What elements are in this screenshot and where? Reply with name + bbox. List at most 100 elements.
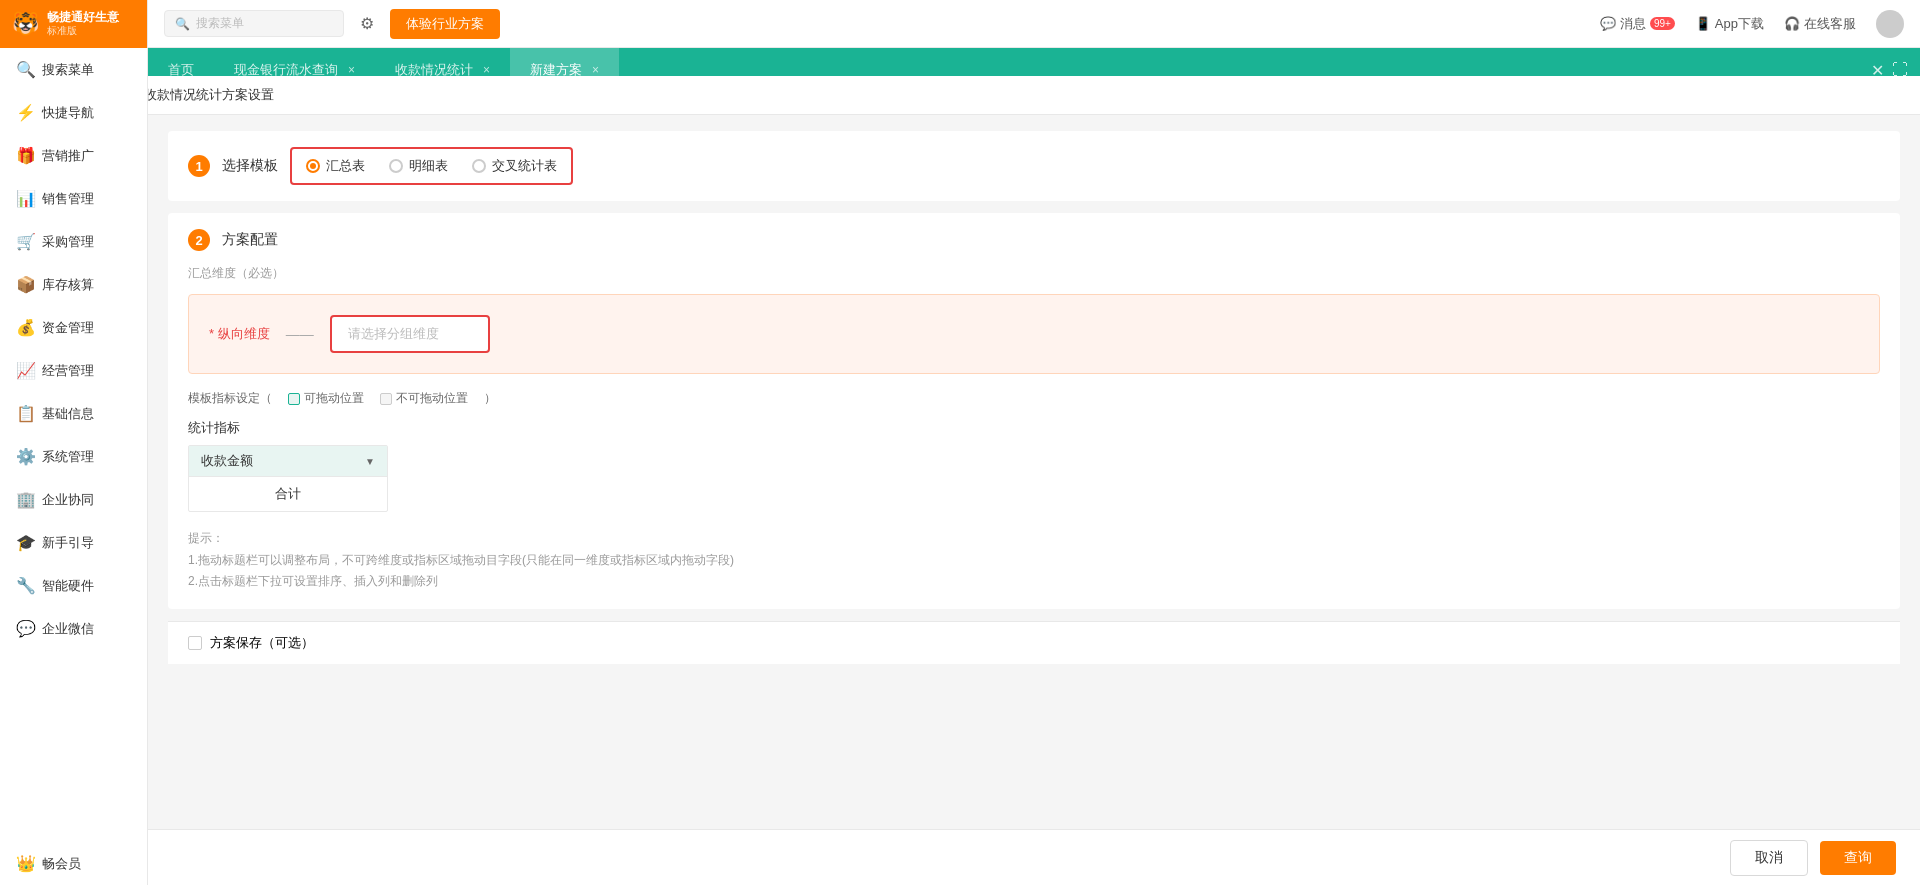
step1-header: 1 选择模板 汇总表 明细表 交叉统计表 (188, 147, 1880, 185)
save-option: 方案保存（可选） (168, 621, 1900, 664)
tab-new-plan[interactable]: 新建方案 × (510, 48, 619, 92)
app-name: 畅捷通好生意 (47, 10, 119, 24)
sidebar-item-sales[interactable]: 📊 销售管理 (0, 177, 147, 220)
draggable-dot (288, 393, 300, 405)
user-avatar[interactable] (1876, 10, 1904, 38)
message-label: 消息 (1620, 15, 1646, 33)
radio-cross[interactable]: 交叉统计表 (472, 157, 557, 175)
message-button[interactable]: 💬 消息 99+ (1600, 15, 1675, 33)
sidebar-item-operation[interactable]: 📈 经营管理 (0, 349, 147, 392)
radio-cross-circle (472, 159, 486, 173)
tab-home[interactable]: 首页 (148, 48, 214, 92)
logo-icon: 🐯 (12, 11, 39, 37)
tab-new-plan-close[interactable]: × (592, 63, 599, 77)
dimension-label-text: 汇总维度（必选） (188, 266, 284, 280)
tab-bank-close[interactable]: × (348, 63, 355, 77)
tab-home-label: 首页 (168, 61, 194, 79)
metrics-col-header[interactable]: 收款金额 ▼ (189, 446, 387, 477)
sidebar-label-smart: 智能硬件 (42, 577, 94, 595)
download-icon: 📱 (1695, 16, 1711, 31)
draggable-label: 可拖动位置 (304, 390, 364, 407)
sidebar-item-purchase[interactable]: 🛒 采购管理 (0, 220, 147, 263)
sidebar-item-marketing[interactable]: 🎁 营销推广 (0, 134, 147, 177)
radio-summary-label: 汇总表 (326, 157, 365, 175)
search-box[interactable]: 🔍 搜索菜单 (164, 10, 344, 37)
sidebar-label-quick-nav: 快捷导航 (42, 104, 94, 122)
metrics-row-total: 合计 (189, 477, 387, 511)
sidebar-label-marketing: 营销推广 (42, 147, 94, 165)
sidebar-item-enterprise[interactable]: 🏢 企业协同 (0, 478, 147, 521)
sidebar-item-quick-nav[interactable]: ⚡ 快捷导航 (0, 91, 147, 134)
tips-area: 提示： 1.拖动标题栏可以调整布局，不可跨维度或指标区域拖动目字段(只能在同一维… (188, 528, 1880, 593)
dimension-section-label: 汇总维度（必选） (188, 265, 1880, 282)
query-button[interactable]: 查询 (1820, 841, 1896, 875)
sales-icon: 📊 (16, 189, 34, 208)
settings-icon[interactable]: ⚙ (360, 14, 374, 33)
non-draggable-dot (380, 393, 392, 405)
search-placeholder: 搜索菜单 (196, 15, 244, 32)
search-icon-top: 🔍 (175, 17, 190, 31)
tab-receipt[interactable]: 收款情况统计 × (375, 48, 510, 92)
radio-cross-label: 交叉统计表 (492, 157, 557, 175)
radio-detail[interactable]: 明细表 (389, 157, 448, 175)
tab-bank[interactable]: 现金银行流水查询 × (214, 48, 375, 92)
sidebar-label-purchase: 采购管理 (42, 233, 94, 251)
sidebar-item-inventory[interactable]: 📦 库存核算 (0, 263, 147, 306)
sidebar-label-basic: 基础信息 (42, 405, 94, 423)
step2-title: 方案配置 (222, 231, 278, 249)
dimension-arrow: —— (286, 326, 314, 342)
dimension-row: * 纵向维度 —— 请选择分组维度 (209, 315, 1859, 353)
search-icon: 🔍 (16, 60, 34, 79)
sidebar: 🐯 畅捷通好生意 标准版 🔍 搜索菜单 ⚡ 快捷导航 🎁 营销推广 📊 销售管理… (0, 0, 148, 885)
non-draggable-label: 不可拖动位置 (396, 390, 468, 407)
finance-icon: 💰 (16, 318, 34, 337)
purchase-icon: 🛒 (16, 232, 34, 251)
message-badge: 99+ (1650, 17, 1675, 30)
cancel-button[interactable]: 取消 (1730, 840, 1808, 876)
tab-new-plan-label: 新建方案 (530, 61, 582, 79)
sidebar-item-system[interactable]: ⚙️ 系统管理 (0, 435, 147, 478)
dimension-placeholder: 请选择分组维度 (348, 326, 439, 341)
metrics-dropdown-arrow[interactable]: ▼ (365, 456, 375, 467)
sidebar-label-operation: 经营管理 (42, 362, 94, 380)
dimension-select[interactable]: 请选择分组维度 (330, 315, 490, 353)
metrics-legend-label: 模板指标设定（ (188, 390, 272, 407)
sidebar-label-search: 搜索菜单 (42, 61, 94, 79)
radio-summary-circle (306, 159, 320, 173)
sidebar-item-basic[interactable]: 📋 基础信息 (0, 392, 147, 435)
radio-detail-label: 明细表 (409, 157, 448, 175)
service-label: 在线客服 (1804, 15, 1856, 33)
step2-card: 2 方案配置 汇总维度（必选） * 纵向维度 —— 请选择分组维度 模板指标设定… (168, 213, 1900, 609)
radio-summary[interactable]: 汇总表 (306, 157, 365, 175)
wechat-icon: 💬 (16, 619, 34, 638)
sidebar-item-search[interactable]: 🔍 搜索菜单 (0, 48, 147, 91)
topbar: 🔍 搜索菜单 ⚙ 体验行业方案 💬 消息 99+ 📱 App下载 🎧 在线客服 (148, 0, 1920, 48)
service-icon: 🎧 (1784, 16, 1800, 31)
sidebar-label-wechat: 企业微信 (42, 620, 94, 638)
sidebar-label-system: 系统管理 (42, 448, 94, 466)
metrics-col-label: 收款金额 (201, 452, 253, 470)
step1-num: 1 (188, 155, 210, 177)
vertical-dim-label: * 纵向维度 (209, 325, 270, 343)
sidebar-label-newbie: 新手引导 (42, 534, 94, 552)
service-button[interactable]: 🎧 在线客服 (1784, 15, 1856, 33)
dimension-area: * 纵向维度 —— 请选择分组维度 (188, 294, 1880, 374)
trial-button[interactable]: 体验行业方案 (390, 9, 500, 39)
sidebar-item-finance[interactable]: 💰 资金管理 (0, 306, 147, 349)
page-content: 1 选择模板 汇总表 明细表 交叉统计表 (148, 115, 1920, 829)
sidebar-item-smart[interactable]: 🔧 智能硬件 (0, 564, 147, 607)
download-button[interactable]: 📱 App下载 (1695, 15, 1764, 33)
sidebar-item-member[interactable]: 👑 畅会员 (0, 842, 147, 885)
save-checkbox[interactable] (188, 636, 202, 650)
bottom-bar: 取消 查询 (148, 829, 1920, 885)
sidebar-item-wechat[interactable]: 💬 企业微信 (0, 607, 147, 650)
operation-icon: 📈 (16, 361, 34, 380)
tab-receipt-label: 收款情况统计 (395, 61, 473, 79)
tip-item-2: 2.点击标题栏下拉可设置排序、插入列和删除列 (188, 571, 1880, 593)
metrics-header: 模板指标设定（ 可拖动位置 不可拖动位置 ） (188, 390, 1880, 407)
sidebar-item-newbie[interactable]: 🎓 新手引导 (0, 521, 147, 564)
enterprise-icon: 🏢 (16, 490, 34, 509)
step2-num: 2 (188, 229, 210, 251)
tab-receipt-close[interactable]: × (483, 63, 490, 77)
metrics-table: 收款金额 ▼ 合计 (188, 445, 388, 512)
